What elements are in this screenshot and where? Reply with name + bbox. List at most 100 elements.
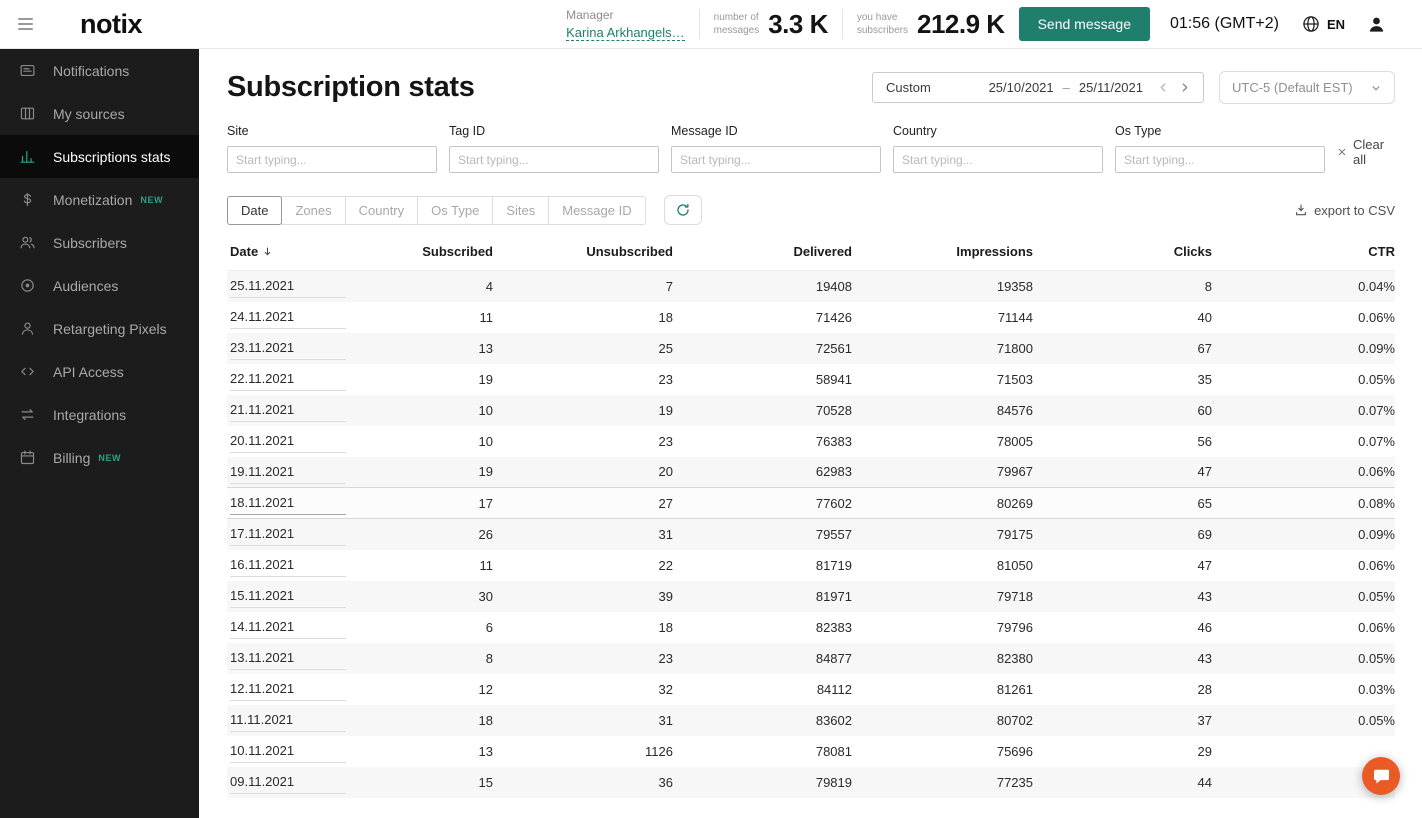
prev-period-button[interactable]	[1153, 78, 1174, 97]
date-cell[interactable]: 12.11.2021	[227, 674, 377, 705]
value-cell: 17	[478, 495, 493, 511]
date-cell[interactable]: 23.11.2021	[227, 333, 377, 364]
tab-os-type[interactable]: Os Type	[417, 195, 494, 225]
sidebar-item-integrations[interactable]: Integrations	[0, 393, 199, 436]
tab-message-id[interactable]: Message ID	[548, 195, 646, 225]
value-cell: 84112	[816, 681, 852, 697]
stats-icon	[19, 148, 36, 165]
filter-country-input[interactable]	[893, 146, 1103, 173]
refresh-button[interactable]	[663, 195, 702, 225]
value-cell: 43	[1197, 588, 1212, 604]
sidebar-item-subscribers[interactable]: Subscribers	[0, 221, 199, 264]
page-header: Subscription stats Custom 25/10/2021 – 2…	[227, 71, 1395, 104]
chevron-left-icon	[1156, 80, 1171, 95]
value-cell: 60	[1197, 402, 1212, 418]
value-cell: 8	[485, 650, 493, 666]
table-row: 11.11.2021 18 31 83602 80702 37 0.05%	[227, 704, 1395, 736]
sidebar-item-api-access[interactable]: API Access	[0, 350, 199, 393]
date-cell[interactable]: 24.11.2021	[227, 302, 377, 333]
table-row: 21.11.2021 10 19 70528 84576 60 0.07%	[227, 394, 1395, 426]
timezone-select[interactable]: UTC-5 (Default EST)	[1219, 71, 1395, 104]
value-cell: 71144	[997, 309, 1033, 325]
monetization-icon	[19, 191, 36, 208]
language-selector[interactable]: EN	[1301, 14, 1345, 34]
menu-toggle-button[interactable]	[0, 0, 50, 49]
sidebar-item-label: Retargeting Pixels	[53, 320, 167, 337]
date-cell[interactable]: 15.11.2021	[227, 581, 377, 612]
manager-name-link[interactable]: Karina Arkhangels…	[566, 25, 685, 41]
arrow-down-icon	[262, 246, 273, 257]
value-cell: 0.09%	[1358, 526, 1395, 542]
chat-icon	[1372, 767, 1391, 786]
value-cell: 71426	[815, 309, 852, 325]
sidebar-item-retargeting-pixels[interactable]: Retargeting Pixels	[0, 307, 199, 350]
tab-sites[interactable]: Sites	[492, 195, 550, 225]
sidebar-item-label: Billing	[53, 449, 91, 466]
messages-metric-label: number of messages	[713, 12, 760, 36]
value-cell: 23	[658, 371, 673, 387]
column-header-delivered[interactable]: Delivered	[673, 239, 852, 271]
tab-date[interactable]: Date	[227, 195, 283, 225]
date-cell[interactable]: 18.11.2021	[227, 488, 377, 519]
filter-message-id-input[interactable]	[671, 146, 881, 173]
sidebar-item-my-sources[interactable]: My sources	[0, 92, 199, 135]
chat-widget-button[interactable]	[1362, 757, 1400, 795]
date-cell[interactable]: 16.11.2021	[227, 550, 377, 581]
sources-icon	[19, 105, 36, 122]
value-cell: 0.06%	[1358, 309, 1395, 325]
filter-os-type-input[interactable]	[1115, 146, 1325, 173]
range-preset-label[interactable]: Custom	[886, 80, 931, 95]
next-period-button[interactable]	[1174, 78, 1195, 97]
close-icon	[1337, 147, 1347, 157]
value-cell: 0.05%	[1358, 650, 1395, 666]
value-cell: 0.06%	[1358, 464, 1395, 480]
range-start-date[interactable]: 25/10/2021	[989, 80, 1054, 95]
date-cell[interactable]: 13.11.2021	[227, 643, 377, 674]
date-cell[interactable]: 22.11.2021	[227, 364, 377, 395]
filter-site-input[interactable]	[227, 146, 437, 173]
date-cell[interactable]: 10.11.2021	[227, 736, 377, 767]
date-cell[interactable]: 25.11.2021	[227, 271, 377, 302]
sidebar-item-audiences[interactable]: Audiences	[0, 264, 199, 307]
send-message-button[interactable]: Send message	[1018, 7, 1150, 41]
clear-all-button[interactable]: Clear all	[1337, 137, 1395, 173]
value-cell: 13	[478, 743, 493, 759]
date-cell[interactable]: 21.11.2021	[227, 395, 377, 426]
range-end-date[interactable]: 25/11/2021	[1079, 80, 1143, 95]
column-header-ctr[interactable]: CTR	[1212, 239, 1395, 271]
date-cell[interactable]: 09.11.2021	[227, 767, 377, 798]
sidebar-item-billing[interactable]: Billing NEW	[0, 436, 199, 479]
column-header-clicks[interactable]: Clicks	[1033, 239, 1212, 271]
filter-tag-id-input[interactable]	[449, 146, 659, 173]
chevron-down-icon	[1370, 82, 1382, 94]
tab-zones[interactable]: Zones	[281, 195, 346, 225]
date-cell[interactable]: 20.11.2021	[227, 426, 377, 457]
account-button[interactable]	[1367, 15, 1386, 34]
date-cell[interactable]: 11.11.2021	[227, 705, 377, 736]
value-cell: 22	[658, 557, 673, 573]
sidebar-item-label: API Access	[53, 363, 124, 380]
date-cell[interactable]: 14.11.2021	[227, 612, 377, 643]
tab-country[interactable]: Country	[344, 195, 419, 225]
sidebar-nav: Notifications My sources Subscriptions s…	[0, 49, 199, 818]
column-header-subscribed[interactable]: Subscribed	[377, 239, 493, 271]
column-header-unsubscribed[interactable]: Unsubscribed	[493, 239, 673, 271]
date-range-picker[interactable]: Custom 25/10/2021 – 25/11/2021	[872, 72, 1204, 103]
main-content: Subscription stats Custom 25/10/2021 – 2…	[199, 49, 1422, 818]
sidebar-item-notifications[interactable]: Notifications	[0, 49, 199, 92]
date-cell[interactable]: 19.11.2021	[227, 457, 377, 488]
value-cell: 67	[1197, 340, 1212, 356]
sidebar-item-subscriptions-stats[interactable]: Subscriptions stats	[0, 135, 199, 178]
filter-label: Os Type	[1115, 124, 1162, 138]
value-cell: 79967	[996, 464, 1033, 480]
value-cell: 72561	[815, 340, 852, 356]
column-header-impressions[interactable]: Impressions	[852, 239, 1033, 271]
export-csv-button[interactable]: export to CSV	[1294, 203, 1395, 218]
table-row: 12.11.2021 12 32 84112 81261 28 0.03%	[227, 674, 1395, 705]
value-cell: 43	[1197, 650, 1212, 666]
sidebar-item-monetization[interactable]: Monetization NEW	[0, 178, 199, 221]
column-header-date[interactable]: Date	[227, 239, 377, 271]
language-label: EN	[1326, 16, 1345, 32]
date-cell[interactable]: 17.11.2021	[227, 519, 377, 550]
table-header-row: Date Subscribed Unsubscribed Delivered I…	[227, 239, 1395, 271]
